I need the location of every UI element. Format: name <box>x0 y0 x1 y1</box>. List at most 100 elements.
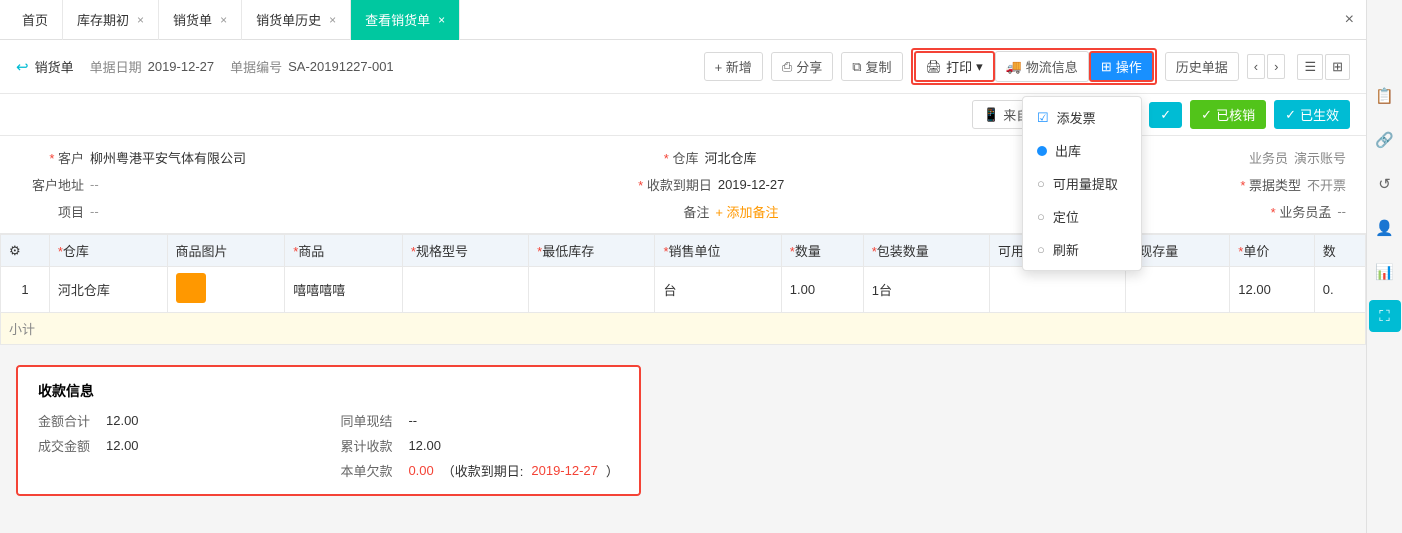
subtotal-label: 小计 <box>1 313 1366 345</box>
tab-inventory-close[interactable]: × <box>137 13 144 27</box>
row-available[interactable] <box>990 267 1126 313</box>
sidebar-expand-icon[interactable]: ⛶ <box>1369 300 1401 332</box>
share-button[interactable]: ⎙ 分享 <box>771 52 833 81</box>
form-row-3: 项目 -- 备注 + 添加备注 业务员孟 -- <box>20 202 1346 221</box>
print-dropdown-arrow: ▾ <box>976 59 983 75</box>
row-amount[interactable]: 0. <box>1314 267 1365 313</box>
check-effective-icon: ✓ <box>1285 107 1296 123</box>
row-no: 1 <box>1 267 50 313</box>
row-unit-price[interactable]: 12.00 <box>1230 267 1314 313</box>
row-spec[interactable] <box>402 267 528 313</box>
doc-title-section: ↩ 销货单 <box>16 57 74 76</box>
col-qty: *数量 <box>781 235 863 267</box>
payment-due-date: 2019-12-27 <box>531 463 598 478</box>
salesman-label: 业务员孟 <box>1271 202 1332 221</box>
row-pkg-qty[interactable]: 1台 <box>863 267 989 313</box>
share-label: 分享 <box>796 57 822 76</box>
effective-label: 已生效 <box>1300 105 1339 124</box>
doc-actions-section: + 新增 ⎙ 分享 ⧉ 复制 🖨 打印 ▾ 🚚 物流信息 <box>704 48 1350 85</box>
list-view-button[interactable]: ☰ <box>1297 54 1323 80</box>
payment-box: 收款信息 金额合计 12.00 同单现结 -- 成交金额 12.00 累计收款 … <box>16 365 641 496</box>
history-label: 历史单据 <box>1176 57 1228 76</box>
tab-bar: 首页 库存期初 × 销货单 × 销货单历史 × 查看销货单 × × <box>0 0 1366 40</box>
print-button[interactable]: 🖨 打印 ▾ <box>914 51 995 82</box>
doc-date-item: 单据日期 2019-12-27 <box>90 57 215 76</box>
payment-date-value[interactable]: 2019-12-27 <box>718 177 785 192</box>
check-button[interactable]: ✓ <box>1149 102 1182 128</box>
tab-view-close[interactable]: × <box>438 13 445 27</box>
payment-due-label: 本单欠款 <box>340 461 400 480</box>
tab-inventory-init[interactable]: 库存期初 × <box>63 0 159 40</box>
project-field: 项目 -- <box>20 202 645 221</box>
col-spec: *规格型号 <box>402 235 528 267</box>
dropdown-refresh[interactable]: ○ 刷新 <box>1023 233 1141 266</box>
tab-view-sales[interactable]: 查看销货单 × <box>351 0 460 40</box>
prev-button[interactable]: ‹ <box>1247 54 1265 79</box>
doc-number-label: 单据编号 <box>230 57 282 76</box>
col-unit-price: *单价 <box>1230 235 1314 267</box>
logistics-button[interactable]: 🚚 物流信息 <box>995 51 1089 82</box>
next-button[interactable]: › <box>1267 54 1285 79</box>
payment-due-close: ） <box>606 461 619 480</box>
sidebar-chart-icon[interactable]: 📊 <box>1369 256 1401 288</box>
tab-sales-close[interactable]: × <box>220 13 227 27</box>
dropdown-outbound[interactable]: 出库 <box>1023 134 1141 167</box>
row-current-stock[interactable] <box>1126 267 1230 313</box>
customer-value[interactable]: 柳州粤港平安气体有限公司 <box>90 148 246 167</box>
grid-view-button[interactable]: ⊞ <box>1325 54 1350 80</box>
tab-history-close[interactable]: × <box>329 13 336 27</box>
toolbar-row: 📱 来自手机 未开票 ✓ ✓ 已核销 ✓ 已生效 <box>0 94 1366 136</box>
tab-home[interactable]: 首页 <box>8 0 63 40</box>
locate-icon: ○ <box>1037 209 1045 224</box>
subtotal-row: 小计 <box>1 313 1366 345</box>
col-pkg-qty: *包装数量 <box>863 235 989 267</box>
window-close-button[interactable]: × <box>1345 11 1354 29</box>
operate-button[interactable]: ⊞ 操作 <box>1089 51 1154 82</box>
tab-view-label: 查看销货单 <box>365 10 430 29</box>
payment-deal-item: 成交金额 12.00 <box>38 436 316 455</box>
dropdown-add-invoice[interactable]: ☑ 添发票 <box>1023 101 1141 134</box>
tab-sales-order[interactable]: 销货单 × <box>159 0 242 40</box>
col-settings[interactable]: ⚙ <box>1 235 50 267</box>
effective-button[interactable]: ✓ 已生效 <box>1274 100 1350 129</box>
tab-sales-history[interactable]: 销货单历史 × <box>242 0 351 40</box>
sold-out-button[interactable]: ✓ 已核销 <box>1190 100 1266 129</box>
add-invoice-label: 添发票 <box>1057 108 1096 127</box>
right-sidebar: 📋 🔗 ↺ 👤 📊 ⛶ <box>1366 0 1402 533</box>
tab-home-label: 首页 <box>22 10 48 29</box>
sidebar-doc-icon[interactable]: 📋 <box>1369 80 1401 112</box>
doc-title-text: 销货单 <box>35 57 74 76</box>
ticket-type-value: 不开票 <box>1307 175 1346 194</box>
available-qty-label: 可用量提取 <box>1053 174 1118 193</box>
dropdown-menu: ☑ 添发票 出库 ○ 可用量提取 ○ 定位 ○ 刷新 <box>1022 96 1142 271</box>
col-warehouse: *仓库 <box>49 235 167 267</box>
row-product[interactable]: 嘻嘻嘻嘻 <box>285 267 403 313</box>
check-icon: ✓ <box>1160 107 1171 123</box>
payment-due-value: 0.00 <box>408 463 433 478</box>
row-min-stock[interactable] <box>529 267 655 313</box>
copy-button[interactable]: ⧉ 复制 <box>841 52 902 81</box>
address-value[interactable]: -- <box>90 177 99 192</box>
form-row-2: 客户地址 -- 收款到期日 2019-12-27 票据类型 不开票 <box>20 175 1346 194</box>
logistics-label: 物流信息 <box>1026 57 1078 76</box>
warehouse-field: 仓库 河北仓库 <box>634 148 1248 167</box>
dropdown-available-qty[interactable]: ○ 可用量提取 <box>1023 167 1141 200</box>
tab-sales-label: 销货单 <box>173 10 212 29</box>
new-button[interactable]: + 新增 <box>704 52 763 81</box>
warehouse-value[interactable]: 河北仓库 <box>704 148 756 167</box>
logistics-icon: 🚚 <box>1006 59 1022 75</box>
sidebar-link-icon[interactable]: 🔗 <box>1369 124 1401 156</box>
row-warehouse: 河北仓库 <box>49 267 167 313</box>
form-section: 客户 柳州粤港平安气体有限公司 仓库 河北仓库 业务员 演示账号 客户地址 --… <box>0 136 1366 234</box>
print-label: 打印 <box>946 57 972 76</box>
sidebar-refresh-icon[interactable]: ↺ <box>1369 168 1401 200</box>
row-qty[interactable]: 1.00 <box>781 267 863 313</box>
check-sold-icon: ✓ <box>1201 107 1212 123</box>
row-unit[interactable]: 台 <box>655 267 781 313</box>
add-remark-button[interactable]: + 添加备注 <box>715 202 778 221</box>
sidebar-user-icon[interactable]: 👤 <box>1369 212 1401 244</box>
refresh-icon: ○ <box>1037 242 1045 257</box>
dropdown-locate[interactable]: ○ 定位 <box>1023 200 1141 233</box>
project-value[interactable]: -- <box>90 204 99 219</box>
history-button[interactable]: 历史单据 <box>1165 52 1239 81</box>
